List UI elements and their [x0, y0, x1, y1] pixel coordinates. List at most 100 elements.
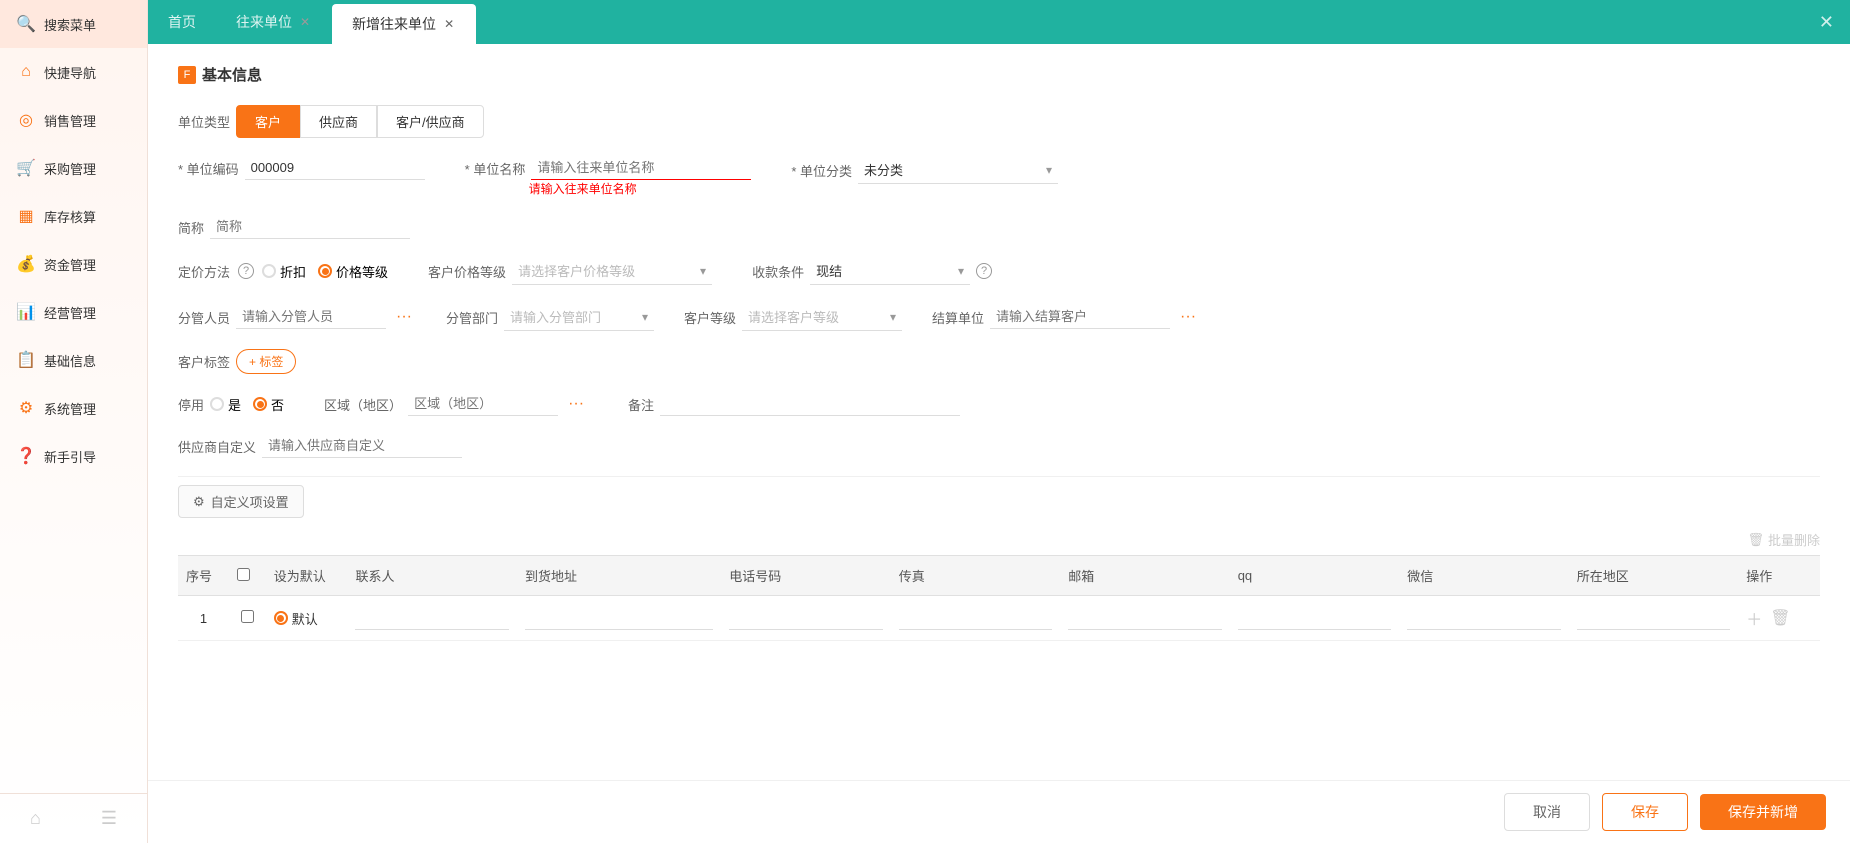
dept-chevron-icon: ▾ — [642, 310, 648, 324]
short-name-input[interactable] — [210, 215, 410, 239]
sidebar-item-system[interactable]: ⚙ 系统管理 — [0, 384, 147, 432]
customer-price-label: 客户价格等级 — [428, 262, 506, 281]
region-input[interactable] — [408, 392, 558, 416]
batch-delete-label: 批量删除 — [1768, 530, 1820, 549]
pricing-radio-price-level[interactable]: 价格等级 — [318, 262, 388, 281]
pricing-help-icon[interactable]: ? — [238, 263, 254, 279]
row-region-input[interactable] — [1577, 606, 1731, 630]
settle-unit-input[interactable] — [990, 305, 1170, 329]
supplier-custom-input[interactable] — [262, 434, 462, 458]
payment-help-icon[interactable]: ? — [976, 263, 992, 279]
sidebar-item-operations[interactable]: 📊 经营管理 — [0, 288, 147, 336]
row-checkbox[interactable] — [241, 610, 254, 623]
row-region-cell — [1569, 596, 1739, 641]
name-input[interactable] — [531, 156, 751, 180]
operations-icon: 📊 — [16, 302, 36, 322]
category-chevron-icon: ▾ — [1046, 163, 1052, 177]
dept-label: 分管部门 — [446, 308, 498, 327]
customer-level-select[interactable]: 请选择客户等级 ▾ — [742, 303, 902, 331]
sidebar-search[interactable]: 🔍 搜索菜单 — [0, 0, 147, 48]
payment-select[interactable]: 现结 ▾ — [810, 257, 970, 285]
customer-price-chevron-icon: ▾ — [700, 264, 706, 278]
col-header-action: 操作 — [1738, 556, 1820, 596]
region-ellipsis-icon[interactable]: ··· — [564, 395, 588, 413]
remark-input[interactable] — [660, 392, 960, 416]
category-value: 未分类 — [864, 160, 903, 179]
manager-input[interactable] — [236, 305, 386, 329]
row-email-input[interactable] — [1068, 606, 1222, 630]
system-icon: ⚙ — [16, 398, 36, 418]
name-input-wrapper — [531, 156, 751, 180]
manager-row: 分管人员 ··· 分管部门 请输入分管部门 ▾ 客户等级 请选择客户等级 ▾ — [178, 303, 1820, 331]
table-row: 1 默认 — [178, 596, 1820, 641]
search-icon: 🔍 — [16, 14, 36, 34]
row-fax-input[interactable] — [899, 606, 1053, 630]
unit-type-btn-group: 客户 供应商 客户/供应商 — [236, 105, 484, 138]
row-address-input[interactable] — [525, 606, 713, 630]
window-controls: ✕ — [1803, 12, 1850, 33]
tab-new-partner[interactable]: 新增往来单位 ✕ — [332, 4, 476, 44]
custom-settings-button[interactable]: ⚙ 自定义项设置 — [178, 485, 304, 518]
row-fax-cell — [891, 596, 1061, 641]
row-default-radio[interactable]: 默认 — [274, 609, 340, 628]
batch-delete-button[interactable]: 🗑 批量删除 — [1747, 530, 1820, 549]
sidebar-item-basic-info[interactable]: 📋 基础信息 — [0, 336, 147, 384]
type-btn-supplier[interactable]: 供应商 — [300, 105, 377, 138]
disable-no-circle — [253, 397, 267, 411]
row-qq-input[interactable] — [1238, 606, 1392, 630]
sidebar-home-btn[interactable]: ⌂ — [24, 802, 47, 835]
customer-level-placeholder: 请选择客户等级 — [748, 307, 839, 326]
save-button[interactable]: 保存 — [1602, 793, 1688, 831]
payment-label: 收款条件 — [752, 262, 804, 281]
row-delete-icon[interactable]: 🗑 — [1770, 608, 1790, 628]
row-default-label: 默认 — [292, 609, 318, 628]
finance-icon: 💰 — [16, 254, 36, 274]
row-add-icon[interactable]: ＋ — [1746, 606, 1762, 630]
section-divider — [178, 476, 1820, 477]
col-header-address: 到货地址 — [517, 556, 721, 596]
category-select[interactable]: 未分类 ▾ — [858, 156, 1058, 184]
disable-yes-label: 是 — [228, 395, 241, 414]
sidebar-item-finance[interactable]: 💰 资金管理 — [0, 240, 147, 288]
code-input[interactable] — [245, 156, 425, 180]
type-btn-both[interactable]: 客户/供应商 — [377, 105, 484, 138]
row-contact-input[interactable] — [355, 606, 509, 630]
cancel-button[interactable]: 取消 — [1504, 793, 1590, 831]
sidebar-item-guide[interactable]: ❓ 新手引导 — [0, 432, 147, 480]
save-new-button[interactable]: 保存并新增 — [1700, 794, 1826, 830]
customer-price-select[interactable]: 请选择客户价格等级 ▾ — [512, 257, 712, 285]
sidebar-item-purchase[interactable]: 🛒 采购管理 — [0, 144, 147, 192]
tab-partners[interactable]: 往来单位 ✕ — [216, 0, 332, 44]
sidebar-menu-btn[interactable]: ☰ — [95, 802, 123, 835]
sidebar-item-purchase-label: 采购管理 — [44, 159, 96, 178]
tab-home[interactable]: 首页 — [148, 0, 216, 44]
payment-field: 收款条件 现结 ▾ ? — [752, 257, 992, 285]
pricing-field: 定价方法 ? 折扣 价格等级 — [178, 262, 388, 281]
tab-partners-label: 往来单位 — [236, 12, 292, 32]
row-wechat-input[interactable] — [1407, 606, 1561, 630]
row-qq-cell — [1230, 596, 1400, 641]
select-all-checkbox[interactable] — [237, 568, 250, 581]
tab-new-partner-close[interactable]: ✕ — [442, 15, 456, 33]
sidebar-item-basic-info-label: 基础信息 — [44, 351, 96, 370]
pricing-radio-discount[interactable]: 折扣 — [262, 262, 306, 281]
sidebar-item-sales[interactable]: ◎ 销售管理 — [0, 96, 147, 144]
type-btn-customer[interactable]: 客户 — [236, 105, 300, 138]
customer-price-placeholder: 请选择客户价格等级 — [518, 261, 635, 280]
section-header: F 基本信息 — [178, 64, 1820, 85]
home-icon: ⌂ — [16, 62, 36, 82]
disable-yes-radio[interactable]: 是 — [210, 395, 241, 414]
window-close-icon[interactable]: ✕ — [1819, 12, 1834, 33]
row-phone-input[interactable] — [729, 606, 883, 630]
add-tag-button[interactable]: + 标签 — [236, 349, 296, 374]
disable-label: 停用 — [178, 395, 204, 414]
disable-no-radio[interactable]: 否 — [253, 395, 284, 414]
sidebar-item-quick-nav[interactable]: ⌂ 快捷导航 — [0, 48, 147, 96]
sidebar-item-inventory[interactable]: ▦ 库存核算 — [0, 192, 147, 240]
col-header-contact: 联系人 — [347, 556, 517, 596]
tab-partners-close[interactable]: ✕ — [298, 13, 312, 31]
manager-ellipsis-icon[interactable]: ··· — [392, 308, 416, 326]
dept-select[interactable]: 请输入分管部门 ▾ — [504, 303, 654, 331]
sidebar-item-finance-label: 资金管理 — [44, 255, 96, 274]
settle-unit-ellipsis-icon[interactable]: ··· — [1176, 308, 1200, 326]
